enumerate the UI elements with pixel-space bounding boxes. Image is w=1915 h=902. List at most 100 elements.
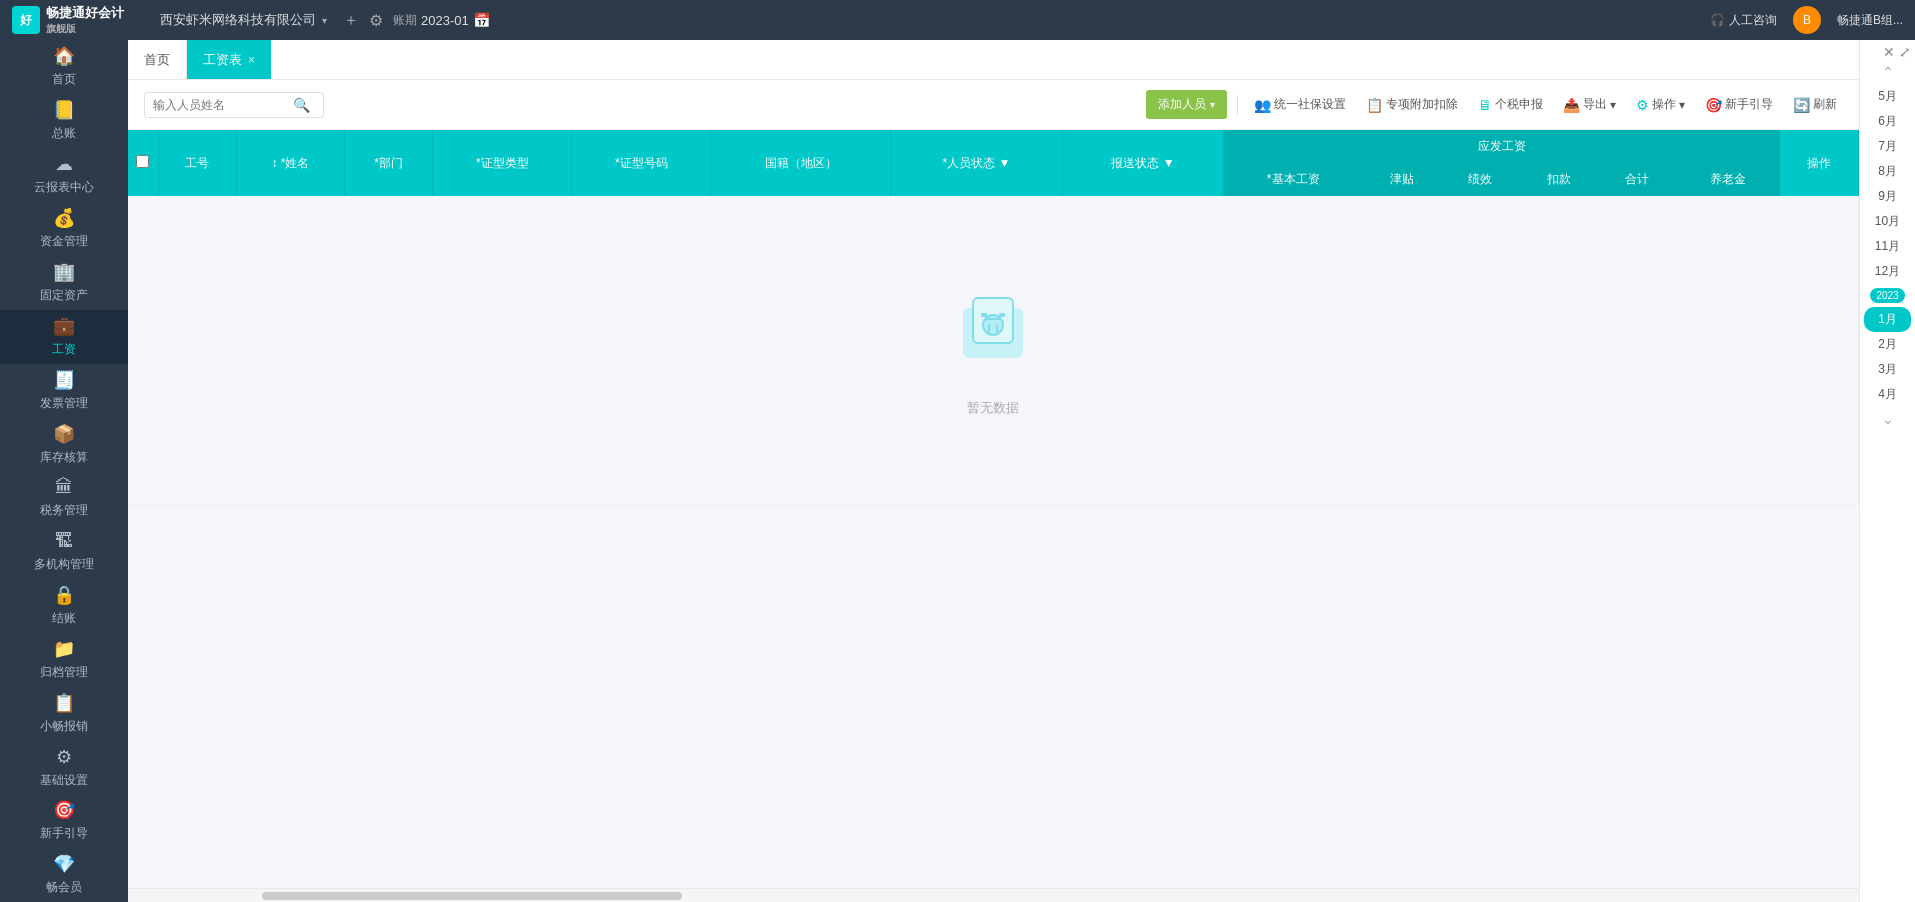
rp-month-4[interactable]: 4月 <box>1860 382 1915 407</box>
empty-text: 暂无数据 <box>967 399 1019 417</box>
sidebar-item-multi-org[interactable]: 🏗 多机构管理 <box>0 525 128 578</box>
rp-month-12[interactable]: 12月 <box>1860 259 1915 284</box>
period-label: 账期 <box>393 12 417 29</box>
empty-illustration <box>943 283 1043 383</box>
operation-icon: ⚙ <box>1636 97 1649 113</box>
export-label: 导出 <box>1583 96 1607 113</box>
rp-scroll-up[interactable]: ⌃ <box>1860 60 1915 84</box>
refresh-label: 刷新 <box>1813 96 1837 113</box>
ledger-icon: 📒 <box>53 99 75 121</box>
search-wrapper[interactable]: 🔍 <box>144 92 324 118</box>
sidebar-item-label: 多机构管理 <box>34 556 94 573</box>
rp-month-8[interactable]: 8月 <box>1860 159 1915 184</box>
sidebar-item-settings[interactable]: ⚙ 基础设置 <box>0 740 128 794</box>
sidebar-item-ledger[interactable]: 📒 总账 <box>0 94 128 148</box>
settings-sidebar-icon: ⚙ <box>56 746 72 768</box>
scroll-thumb[interactable] <box>262 892 682 900</box>
tab-close-icon[interactable]: × <box>248 53 255 67</box>
th-name[interactable]: ↕ *姓名 <box>236 130 344 196</box>
sidebar-item-guide[interactable]: 🎯 新手引导 <box>0 794 128 848</box>
avatar: B <box>1793 6 1821 34</box>
chevron-down-rp-icon: ⌄ <box>1882 411 1894 427</box>
tax-icon: 🏛 <box>55 477 73 498</box>
select-all-header[interactable] <box>128 130 158 196</box>
select-all-checkbox[interactable] <box>136 155 149 168</box>
social-security-icon: 👥 <box>1254 97 1271 113</box>
special-deduction-button[interactable]: 📋 专项附加扣除 <box>1360 92 1464 117</box>
rp-month-9[interactable]: 9月 <box>1860 184 1915 209</box>
rp-expand-icon[interactable]: ⤢ <box>1899 44 1911 60</box>
sidebar-item-home[interactable]: 🏠 首页 <box>0 40 128 94</box>
sidebar: 🏠 首页 📒 总账 ☁ 云报表中心 💰 资金管理 🏢 固定资产 💼 工资 🧾 发… <box>0 40 128 902</box>
th-person-status[interactable]: *人员状态 ▼ <box>891 130 1062 196</box>
sidebar-item-payroll[interactable]: 💼 工资 <box>0 310 128 364</box>
rp-month-5[interactable]: 5月 <box>1860 84 1915 109</box>
th-payable-wages-group: 应发工资 <box>1224 130 1780 163</box>
export-button[interactable]: 📤 导出 ▾ <box>1557 92 1622 117</box>
headset-icon: 🎧 <box>1710 13 1725 27</box>
toolbar-right: 添加人员 ▾ 👥 统一社保设置 📋 专项附加扣除 🖥 个税申报 📤 <box>1146 90 1843 119</box>
operation-button[interactable]: ⚙ 操作 ▾ <box>1630 92 1691 117</box>
sidebar-item-funds[interactable]: 💰 资金管理 <box>0 202 128 256</box>
tab-home[interactable]: 首页 <box>128 40 187 79</box>
chevron-up-icon: ⌃ <box>1882 64 1894 80</box>
rp-month-7[interactable]: 7月 <box>1860 134 1915 159</box>
multi-org-icon: 🏗 <box>55 531 73 552</box>
th-report-status[interactable]: 报送状态 ▼ <box>1062 130 1223 196</box>
search-input[interactable] <box>153 98 293 112</box>
guide-icon: 🎯 <box>53 799 75 821</box>
rp-month-2[interactable]: 2月 <box>1860 332 1915 357</box>
rp-close-icon[interactable]: ✕ <box>1883 44 1895 60</box>
social-security-button[interactable]: 👥 统一社保设置 <box>1248 92 1352 117</box>
assets-icon: 🏢 <box>53 261 75 283</box>
calendar-icon[interactable]: 📅 <box>473 12 490 28</box>
empty-cell: 暂无数据 <box>128 196 1859 505</box>
tax-label: 个税申报 <box>1495 96 1543 113</box>
sidebar-item-tax[interactable]: 🏛 税务管理 <box>0 472 128 525</box>
add-person-button[interactable]: 添加人员 ▾ <box>1146 90 1227 119</box>
add-icon[interactable]: ＋ <box>343 10 359 31</box>
company-selector[interactable]: 西安虾米网络科技有限公司 ▾ <box>160 11 327 29</box>
sidebar-item-cloud-report[interactable]: ☁ 云报表中心 <box>0 148 128 202</box>
th-cert-no: *证型号码 <box>572 130 711 196</box>
sidebar-item-invoice[interactable]: 🧾 发票管理 <box>0 364 128 418</box>
main-layout: 🏠 首页 📒 总账 ☁ 云报表中心 💰 资金管理 🏢 固定资产 💼 工资 🧾 发… <box>0 40 1915 902</box>
sidebar-item-inventory[interactable]: 📦 库存核算 <box>0 418 128 472</box>
rp-month-10[interactable]: 10月 <box>1860 209 1915 234</box>
divider <box>1237 95 1238 115</box>
invoice-icon: 🧾 <box>53 369 75 391</box>
rp-scroll-down[interactable]: ⌄ <box>1860 407 1915 431</box>
period-value: 2023-01 <box>421 13 469 28</box>
th-deduction: 扣款 <box>1519 163 1597 196</box>
th-operation: 操作 <box>1780 130 1859 196</box>
add-person-label: 添加人员 <box>1158 96 1206 113</box>
sidebar-item-assets[interactable]: 🏢 固定资产 <box>0 256 128 310</box>
service-button[interactable]: 🎧 人工咨询 <box>1710 12 1777 29</box>
svg-rect-8 <box>999 313 1005 317</box>
rp-month-3[interactable]: 3月 <box>1860 357 1915 382</box>
sidebar-item-vip[interactable]: 💎 畅会员 <box>0 848 128 902</box>
dropdown-arrow-icon: ▾ <box>1210 99 1215 110</box>
sidebar-item-expense[interactable]: 📋 小畅报销 <box>0 686 128 740</box>
rp-month-11[interactable]: 11月 <box>1860 234 1915 259</box>
tax-button[interactable]: 🖥 个税申报 <box>1472 92 1549 117</box>
chevron-down-icon[interactable]: ▾ <box>322 15 327 26</box>
cloud-icon: ☁ <box>55 153 73 175</box>
th-department: *部门 <box>344 130 432 196</box>
rp-month-1[interactable]: 1月 <box>1864 307 1911 332</box>
sidebar-item-label: 归档管理 <box>40 664 88 681</box>
sidebar-item-archive[interactable]: 📁 归档管理 <box>0 632 128 686</box>
sidebar-item-close-account[interactable]: 🔒 结账 <box>0 578 128 632</box>
sidebar-item-label: 首页 <box>52 71 76 88</box>
funds-icon: 💰 <box>53 207 75 229</box>
guide-button[interactable]: 🎯 新手引导 <box>1699 92 1779 117</box>
refresh-button[interactable]: 🔄 刷新 <box>1787 92 1843 117</box>
rp-month-6[interactable]: 6月 <box>1860 109 1915 134</box>
scroll-bar-area[interactable] <box>128 888 1859 902</box>
tab-payroll[interactable]: 工资表 × <box>187 40 271 79</box>
payroll-icon: 💼 <box>53 315 75 337</box>
guide-action-icon: 🎯 <box>1705 97 1722 113</box>
settings-icon[interactable]: ⚙ <box>369 11 383 30</box>
rp-header: ✕ ⤢ <box>1860 40 1915 60</box>
sidebar-item-label: 固定资产 <box>40 287 88 304</box>
